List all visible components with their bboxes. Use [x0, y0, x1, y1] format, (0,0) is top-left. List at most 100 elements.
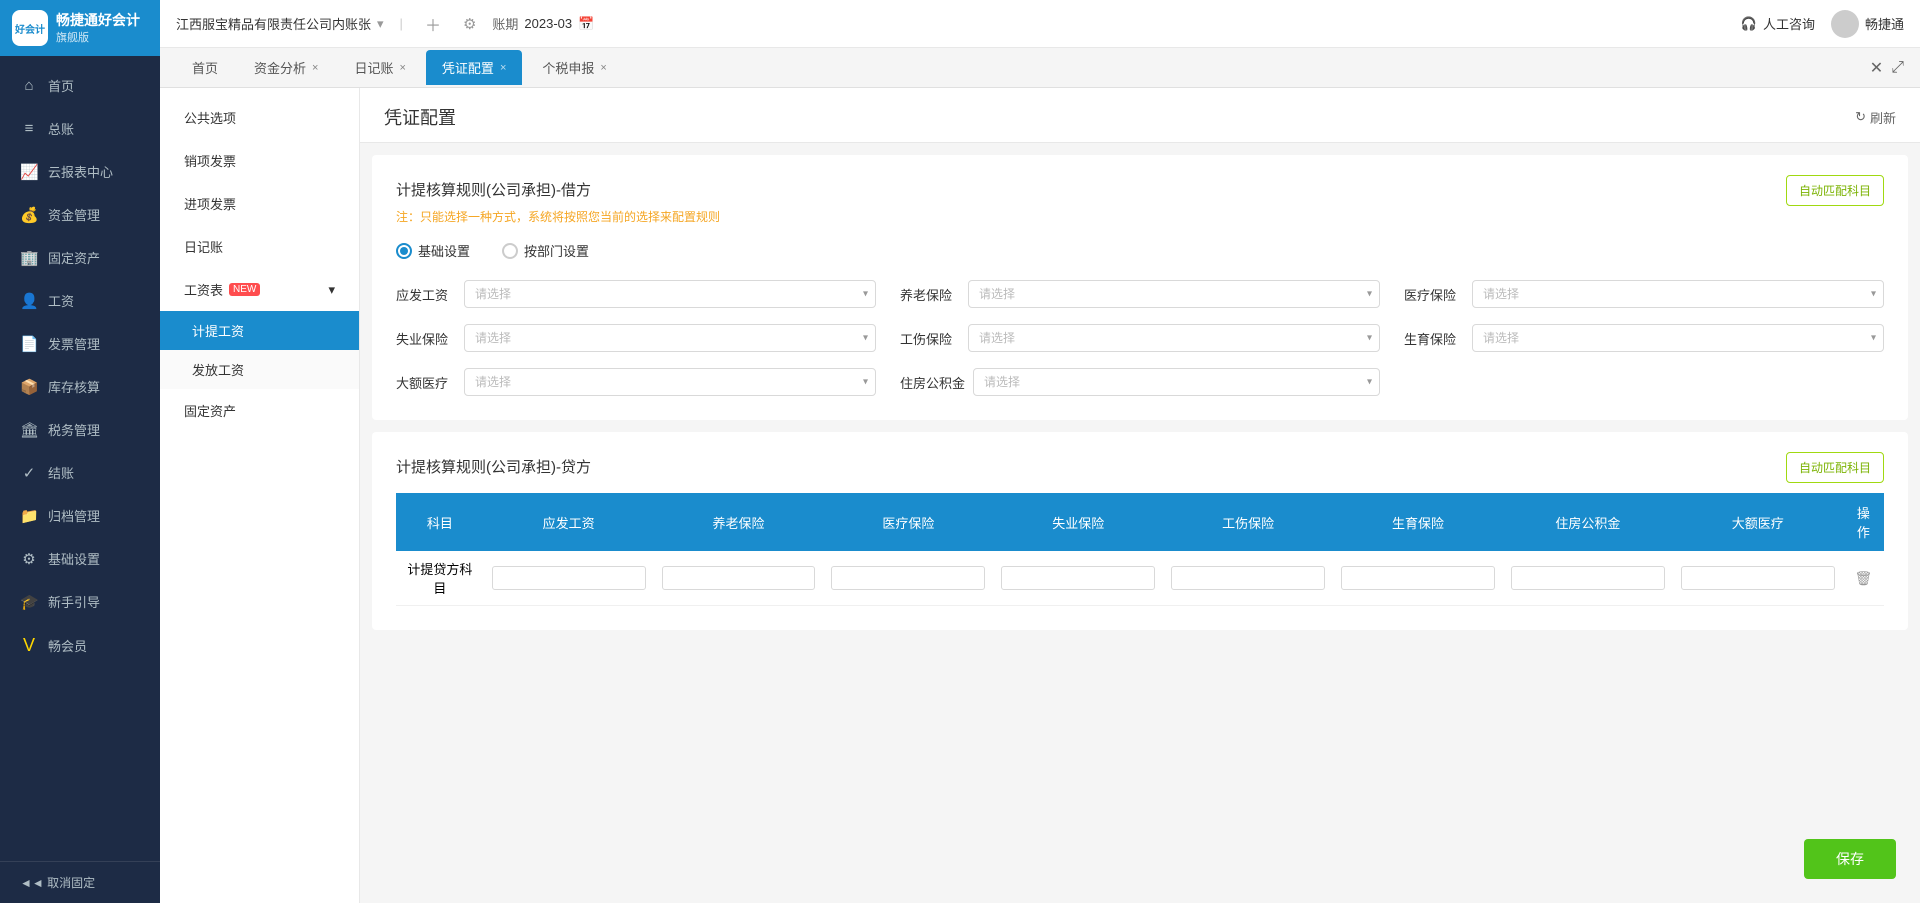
add-company-button[interactable]: ＋: [419, 10, 447, 38]
refresh-button[interactable]: ↻ 刷新: [1855, 108, 1896, 127]
close-period-icon: ✓: [20, 464, 38, 482]
calendar-icon[interactable]: 📅: [578, 16, 594, 32]
auto-match-credit-button[interactable]: 自动匹配科目: [1786, 452, 1884, 483]
sidebar-item-ledger[interactable]: ≡ 总账: [0, 107, 160, 150]
table-row: 计提贷方科目 🗑: [396, 551, 1884, 606]
input-gross-salary[interactable]: [492, 566, 646, 590]
housing-fund-select[interactable]: 请选择: [973, 368, 1380, 396]
sidebar-item-reports[interactable]: 📈 云报表中心: [0, 150, 160, 193]
form-item-medical: 医疗保险 请选择 ▾: [1404, 280, 1884, 308]
company-selector[interactable]: 江西服宝精品有限责任公司内账张 ▾: [176, 14, 384, 33]
sidebar-item-guide[interactable]: 🎓 新手引导: [0, 580, 160, 623]
input-injury[interactable]: [1171, 566, 1325, 590]
menu-group-payroll[interactable]: 工资表 NEW ▾: [160, 268, 359, 311]
headset-icon: 🎧: [1741, 16, 1757, 32]
sidebar-item-salary[interactable]: 👤 工资: [0, 279, 160, 322]
large-medical-select[interactable]: 请选择: [464, 368, 876, 396]
debit-section: 自动匹配科目 计提核算规则(公司承担)-借方 注：只能选择一种方式，系统将按照您…: [372, 155, 1908, 420]
delete-row-button[interactable]: 🗑: [1854, 570, 1872, 586]
col-medical: 医疗保险: [823, 493, 993, 551]
input-large-medical[interactable]: [1681, 566, 1835, 590]
gross-salary-select-wrapper: 请选择 ▾: [464, 280, 876, 308]
inventory-icon: 📦: [20, 378, 38, 396]
col-injury: 工伤保险: [1163, 493, 1333, 551]
tab-home[interactable]: 首页: [176, 50, 234, 85]
tax-icon: 🏛: [20, 421, 38, 439]
tab-voucher-config[interactable]: 凭证配置 ×: [426, 50, 522, 85]
sidebar-item-vip[interactable]: V 畅会员: [0, 623, 160, 668]
form-item-maternity: 生育保险 请选择 ▾: [1404, 324, 1884, 352]
radio-dept-circle: [502, 243, 518, 259]
sidebar-item-funds[interactable]: 💰 资金管理: [0, 193, 160, 236]
sidebar-item-settings[interactable]: ⚙ 基础设置: [0, 537, 160, 580]
radio-basic-settings[interactable]: 基础设置: [396, 241, 470, 260]
auto-match-debit-button[interactable]: 自动匹配科目: [1786, 175, 1884, 206]
gross-salary-select[interactable]: 请选择: [464, 280, 876, 308]
sidebar-item-invoice[interactable]: 📄 发票管理: [0, 322, 160, 365]
guide-icon: 🎓: [20, 593, 38, 611]
table-header-row: 科目 应发工资 养老保险 医疗保险 失业保险 工伤保险 生育保险 住房公积金 大…: [396, 493, 1884, 551]
sidebar-item-assets[interactable]: 🏢 固定资产: [0, 236, 160, 279]
service-button[interactable]: 🎧 人工咨询: [1741, 14, 1815, 33]
radio-group-setting-type: 基础设置 按部门设置: [396, 241, 1884, 260]
pension-select[interactable]: 请选择: [968, 280, 1380, 308]
tab-expand-icon[interactable]: ⤢: [1891, 59, 1904, 77]
menu-sub-item-accrue-salary[interactable]: 计提工资: [160, 311, 359, 350]
input-unemployment[interactable]: [1001, 566, 1155, 590]
tab-tax-filing[interactable]: 个税申报 ×: [526, 50, 622, 85]
col-action: 操作: [1843, 493, 1884, 551]
injury-select[interactable]: 请选择: [968, 324, 1380, 352]
input-medical[interactable]: [831, 566, 985, 590]
tab-close-journal[interactable]: ×: [399, 62, 405, 74]
sidebar-item-close[interactable]: ✓ 结账: [0, 451, 160, 494]
input-housing[interactable]: [1511, 566, 1665, 590]
tab-close-capital-analysis[interactable]: ×: [312, 62, 318, 74]
menu-item-fixed-assets[interactable]: 固定资产: [160, 389, 359, 432]
sidebar-item-inventory[interactable]: 📦 库存核算: [0, 365, 160, 408]
tab-close-tax-filing[interactable]: ×: [600, 62, 606, 74]
settings-icon: ⚙: [20, 550, 38, 568]
debit-fields-grid: 应发工资 请选择 ▾ 养老保险 请选择: [396, 280, 1884, 396]
maternity-select[interactable]: 请选择: [1472, 324, 1884, 352]
settings-gear-icon[interactable]: ⚙: [463, 15, 476, 33]
debit-section-title: 计提核算规则(公司承担)-借方: [396, 179, 1884, 200]
medical-label: 医疗保险: [1404, 285, 1464, 304]
tab-journal[interactable]: 日记账 ×: [338, 50, 421, 85]
menu-item-public[interactable]: 公共选项: [160, 96, 359, 139]
cell-injury: [1163, 551, 1333, 606]
radio-dept-settings[interactable]: 按部门设置: [502, 241, 589, 260]
menu-sub-item-pay-salary[interactable]: 发放工资: [160, 350, 359, 389]
sidebar-pin-toggle[interactable]: ◄◄ 取消固定: [0, 861, 160, 903]
menu-item-sales-invoice[interactable]: 销项发票: [160, 139, 359, 182]
input-maternity[interactable]: [1341, 566, 1495, 590]
avatar: [1831, 10, 1859, 38]
cell-medical: [823, 551, 993, 606]
input-pension[interactable]: [662, 566, 816, 590]
archive-icon: 📁: [20, 507, 38, 525]
sidebar-item-home[interactable]: ⌂ 首页: [0, 64, 160, 107]
assets-icon: 🏢: [20, 249, 38, 267]
menu-item-journal[interactable]: 日记账: [160, 225, 359, 268]
cell-large-medical: [1673, 551, 1843, 606]
credit-table: 科目 应发工资 养老保险 医疗保险 失业保险 工伤保险 生育保险 住房公积金 大…: [396, 493, 1884, 606]
unemployment-select-wrapper: 请选择 ▾: [464, 324, 876, 352]
tab-close-voucher-config[interactable]: ×: [500, 62, 506, 74]
housing-fund-label: 住房公积金: [900, 373, 965, 392]
new-badge: NEW: [229, 283, 260, 296]
tab-capital-analysis[interactable]: 资金分析 ×: [238, 50, 334, 85]
credit-section-title: 计提核算规则(公司承担)-贷方: [396, 456, 1884, 477]
sidebar-item-tax[interactable]: 🏛 税务管理: [0, 408, 160, 451]
save-button[interactable]: 保存: [1804, 839, 1896, 879]
left-menu: 公共选项 销项发票 进项发票 日记账 工资表 NEW ▾ 计提工资: [160, 88, 360, 903]
maternity-select-wrapper: 请选择 ▾: [1472, 324, 1884, 352]
home-icon: ⌂: [20, 77, 38, 94]
menu-item-purchase-invoice[interactable]: 进项发票: [160, 182, 359, 225]
topbar-right: 🎧 人工咨询 畅捷通: [1741, 10, 1904, 38]
medical-select[interactable]: 请选择: [1472, 280, 1884, 308]
tab-close-all-icon[interactable]: ✕: [1870, 58, 1883, 78]
sidebar-item-archive[interactable]: 📁 归档管理: [0, 494, 160, 537]
user-menu[interactable]: 畅捷通: [1831, 10, 1904, 38]
cell-action: 🗑: [1843, 551, 1884, 606]
unemployment-select[interactable]: 请选择: [464, 324, 876, 352]
col-pension: 养老保险: [654, 493, 824, 551]
